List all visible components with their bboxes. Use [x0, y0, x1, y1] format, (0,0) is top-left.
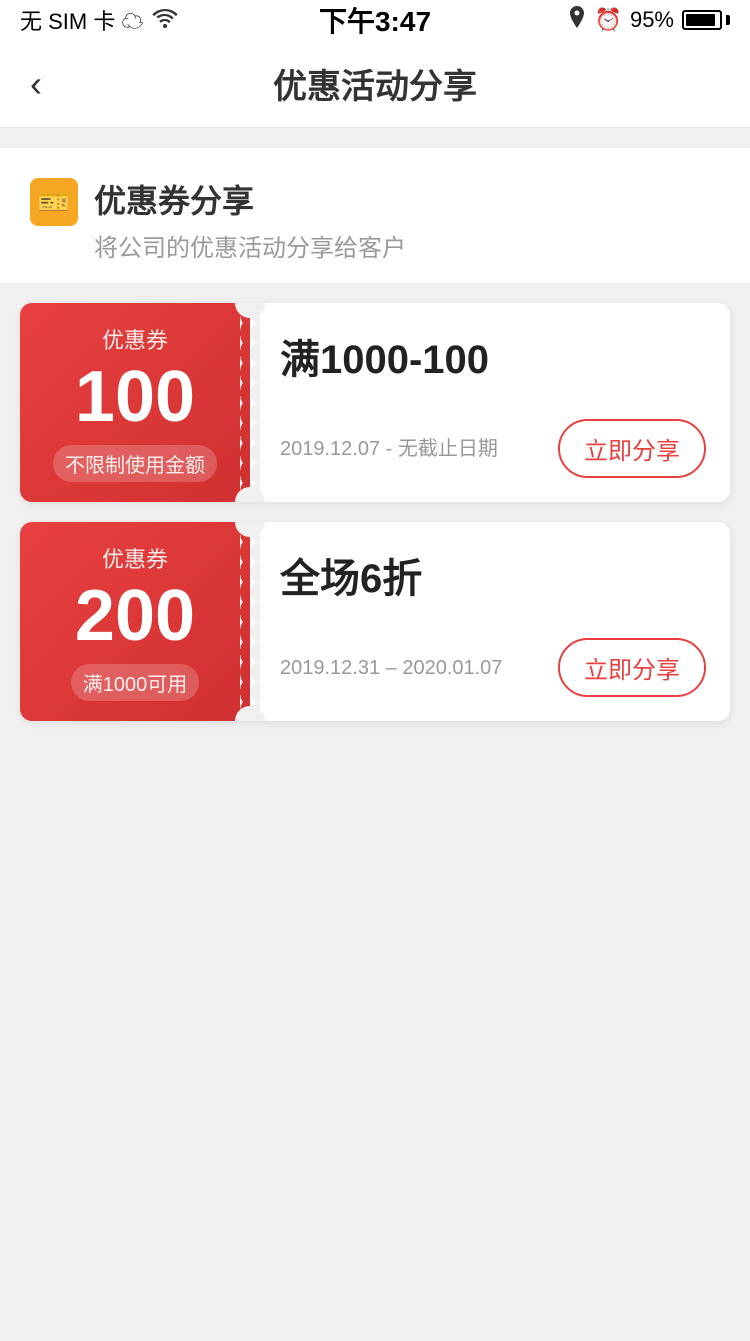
coupon-bottom-row-1: 2019.12.31 – 2020.01.07 立即分享 — [280, 638, 706, 697]
coupon-condition-0: 不限制使用金额 — [53, 445, 217, 482]
coupon-name-1: 全场6折 — [280, 546, 706, 604]
coupon-list: 优惠券 100 不限制使用金额 满1000-100 2019.12.07 - 无… — [0, 283, 750, 741]
coupon-label-1: 优惠券 — [102, 542, 168, 574]
coupon-date-1: 2019.12.31 – 2020.01.07 — [280, 654, 502, 682]
coupon-card: 优惠券 100 不限制使用金额 满1000-100 2019.12.07 - 无… — [20, 303, 730, 502]
share-button-1[interactable]: 立即分享 — [558, 638, 706, 697]
section-subtitle: 将公司的优惠活动分享给客户 — [94, 228, 406, 263]
coupon-bottom-row-0: 2019.12.07 - 无截止日期 立即分享 — [280, 419, 706, 478]
separator — [0, 128, 750, 148]
section-text-block: 优惠券分享 将公司的优惠活动分享给客户 — [94, 176, 406, 263]
coupon-amount-0: 100 — [75, 361, 195, 433]
section-title: 优惠券分享 — [94, 176, 406, 222]
battery-icon — [682, 10, 730, 30]
location-icon — [567, 6, 587, 34]
nav-bar: ‹ 优惠活动分享 — [0, 40, 750, 128]
coupon-condition-1: 满1000可用 — [71, 664, 200, 701]
status-bar: 无 SIM 卡 ☁ 下午3:47 ⏰ 95% — [0, 0, 750, 40]
coupon-date-0: 2019.12.07 - 无截止日期 — [280, 435, 498, 463]
status-left: 无 SIM 卡 ☁ — [20, 4, 179, 36]
coupon-amount-1: 200 — [75, 580, 195, 652]
coupon-left-0: 优惠券 100 不限制使用金额 — [20, 303, 250, 502]
section-header: 🎫 优惠券分享 将公司的优惠活动分享给客户 — [0, 148, 750, 283]
wifi-icon — [151, 6, 179, 34]
back-button[interactable]: ‹ — [30, 63, 42, 105]
coupon-card: 优惠券 200 满1000可用 全场6折 2019.12.31 – 2020.0… — [20, 522, 730, 721]
alarm-icon: ⏰ — [595, 7, 622, 33]
section-icon: 🎫 — [30, 178, 78, 226]
status-right: ⏰ 95% — [567, 6, 730, 34]
page-title: 优惠活动分享 — [273, 59, 477, 108]
share-button-0[interactable]: 立即分享 — [558, 419, 706, 478]
coupon-label-0: 优惠券 — [102, 323, 168, 355]
coupon-right-1: 全场6折 2019.12.31 – 2020.01.07 立即分享 — [250, 522, 730, 721]
empty-area — [0, 741, 750, 1341]
status-time: 下午3:47 — [319, 0, 431, 40]
sim-label: 无 SIM 卡 ☁ — [20, 4, 143, 36]
coupon-name-0: 满1000-100 — [280, 327, 706, 385]
coupon-left-1: 优惠券 200 满1000可用 — [20, 522, 250, 721]
coupon-right-0: 满1000-100 2019.12.07 - 无截止日期 立即分享 — [250, 303, 730, 502]
battery-percent: 95% — [630, 7, 674, 33]
